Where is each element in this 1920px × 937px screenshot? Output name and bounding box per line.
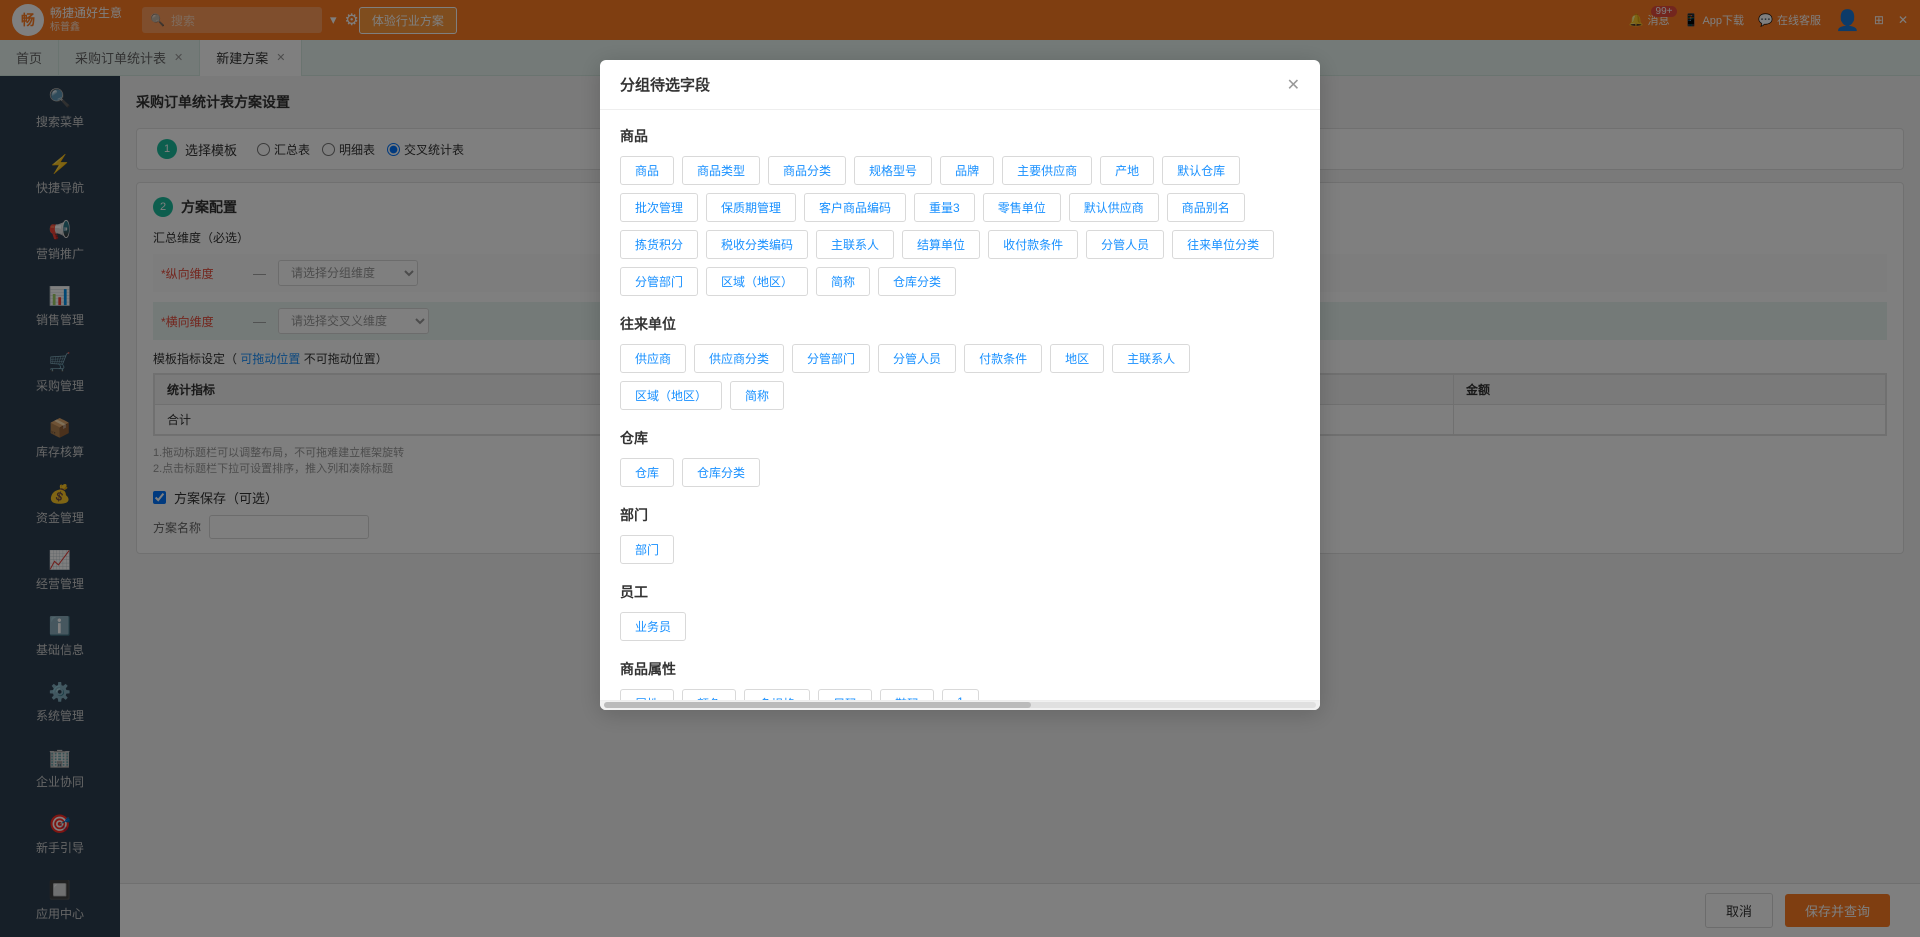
field-tag-product-5[interactable]: 主要供应商 bbox=[1002, 156, 1092, 185]
field-tag-partner-1[interactable]: 供应商分类 bbox=[694, 344, 784, 373]
field-group-department: 部门 部门 bbox=[620, 505, 1300, 564]
field-tag-product-12[interactable]: 零售单位 bbox=[983, 193, 1061, 222]
field-tag-product-2[interactable]: 商品分类 bbox=[768, 156, 846, 185]
field-tag-product-13[interactable]: 默认供应商 bbox=[1069, 193, 1159, 222]
field-group-warehouse: 仓库 仓库 仓库分类 bbox=[620, 428, 1300, 487]
field-group-employee-title: 员工 bbox=[620, 582, 1300, 602]
field-tag-partner-3[interactable]: 分管人员 bbox=[878, 344, 956, 373]
field-tag-product-6[interactable]: 产地 bbox=[1100, 156, 1154, 185]
field-tag-product-19[interactable]: 收付款条件 bbox=[988, 230, 1078, 259]
field-tag-product-25[interactable]: 仓库分类 bbox=[878, 267, 956, 296]
field-group-warehouse-title: 仓库 bbox=[620, 428, 1300, 448]
field-tag-product-16[interactable]: 税收分类编码 bbox=[706, 230, 808, 259]
field-tag-product-18[interactable]: 结算单位 bbox=[902, 230, 980, 259]
field-tag-warehouse-0[interactable]: 仓库 bbox=[620, 458, 674, 487]
field-tag-warehouse-1[interactable]: 仓库分类 bbox=[682, 458, 760, 487]
modal-body: 商品 商品 商品类型 商品分类 规格型号 品牌 主要供应商 产地 默认仓库 批次… bbox=[600, 110, 1320, 700]
field-tag-product-0[interactable]: 商品 bbox=[620, 156, 674, 185]
field-tag-product-23[interactable]: 区域（地区） bbox=[706, 267, 808, 296]
scroll-thumb bbox=[604, 702, 1031, 708]
field-tag-product-8[interactable]: 批次管理 bbox=[620, 193, 698, 222]
field-tag-product-22[interactable]: 分管部门 bbox=[620, 267, 698, 296]
modal-overlay: 分组待选字段 ✕ 商品 商品 商品类型 商品分类 规格型号 品牌 主要供应商 产… bbox=[0, 0, 1920, 937]
modal-dialog: 分组待选字段 ✕ 商品 商品 商品类型 商品分类 规格型号 品牌 主要供应商 产… bbox=[600, 60, 1320, 710]
field-tag-product-9[interactable]: 保质期管理 bbox=[706, 193, 796, 222]
modal-horizontal-scrollbar[interactable] bbox=[600, 700, 1320, 710]
field-tag-attr-4[interactable]: 鞋码 bbox=[880, 689, 934, 700]
modal-title: 分组待选字段 bbox=[620, 74, 710, 95]
field-tag-product-3[interactable]: 规格型号 bbox=[854, 156, 932, 185]
field-tag-product-24[interactable]: 简称 bbox=[816, 267, 870, 296]
field-tag-product-1[interactable]: 商品类型 bbox=[682, 156, 760, 185]
field-group-employee: 员工 业务员 bbox=[620, 582, 1300, 641]
modal-close-btn[interactable]: ✕ bbox=[1287, 75, 1300, 95]
field-tag-attr-5[interactable]: 1 bbox=[942, 689, 979, 700]
modal-header: 分组待选字段 ✕ bbox=[600, 60, 1320, 110]
field-tag-partner-2[interactable]: 分管部门 bbox=[792, 344, 870, 373]
product-tags: 商品 商品类型 商品分类 规格型号 品牌 主要供应商 产地 默认仓库 批次管理 … bbox=[620, 156, 1300, 296]
employee-tags: 业务员 bbox=[620, 612, 1300, 641]
field-group-product-attr-title: 商品属性 bbox=[620, 659, 1300, 679]
scroll-track bbox=[604, 702, 1316, 708]
field-group-partner-title: 往来单位 bbox=[620, 314, 1300, 334]
field-tag-product-21[interactable]: 往来单位分类 bbox=[1172, 230, 1274, 259]
field-tag-product-4[interactable]: 品牌 bbox=[940, 156, 994, 185]
field-tag-partner-7[interactable]: 区域（地区） bbox=[620, 381, 722, 410]
field-tag-partner-4[interactable]: 付款条件 bbox=[964, 344, 1042, 373]
field-group-product-title: 商品 bbox=[620, 126, 1300, 146]
product-attr-tags: 属性 颜色 多规格 尺码 鞋码 1 bbox=[620, 689, 1300, 700]
field-group-product-attr: 商品属性 属性 颜色 多规格 尺码 鞋码 1 bbox=[620, 659, 1300, 700]
field-tag-partner-6[interactable]: 主联系人 bbox=[1112, 344, 1190, 373]
field-tag-product-15[interactable]: 拣货积分 bbox=[620, 230, 698, 259]
field-group-department-title: 部门 bbox=[620, 505, 1300, 525]
field-tag-product-17[interactable]: 主联系人 bbox=[816, 230, 894, 259]
field-tag-attr-0[interactable]: 属性 bbox=[620, 689, 674, 700]
field-group-product: 商品 商品 商品类型 商品分类 规格型号 品牌 主要供应商 产地 默认仓库 批次… bbox=[620, 126, 1300, 296]
field-tag-product-14[interactable]: 商品别名 bbox=[1167, 193, 1245, 222]
field-tag-partner-0[interactable]: 供应商 bbox=[620, 344, 686, 373]
field-tag-attr-3[interactable]: 尺码 bbox=[818, 689, 872, 700]
field-tag-product-10[interactable]: 客户商品编码 bbox=[804, 193, 906, 222]
field-tag-department-0[interactable]: 部门 bbox=[620, 535, 674, 564]
department-tags: 部门 bbox=[620, 535, 1300, 564]
field-tag-product-7[interactable]: 默认仓库 bbox=[1162, 156, 1240, 185]
field-group-partner: 往来单位 供应商 供应商分类 分管部门 分管人员 付款条件 地区 主联系人 区域… bbox=[620, 314, 1300, 410]
partner-tags: 供应商 供应商分类 分管部门 分管人员 付款条件 地区 主联系人 区域（地区） … bbox=[620, 344, 1300, 410]
field-tag-attr-2[interactable]: 多规格 bbox=[744, 689, 810, 700]
field-tag-partner-5[interactable]: 地区 bbox=[1050, 344, 1104, 373]
warehouse-tags: 仓库 仓库分类 bbox=[620, 458, 1300, 487]
field-tag-employee-0[interactable]: 业务员 bbox=[620, 612, 686, 641]
field-tag-attr-1[interactable]: 颜色 bbox=[682, 689, 736, 700]
field-tag-product-20[interactable]: 分管人员 bbox=[1086, 230, 1164, 259]
field-tag-product-11[interactable]: 重量3 bbox=[914, 193, 975, 222]
field-tag-partner-8[interactable]: 简称 bbox=[730, 381, 784, 410]
